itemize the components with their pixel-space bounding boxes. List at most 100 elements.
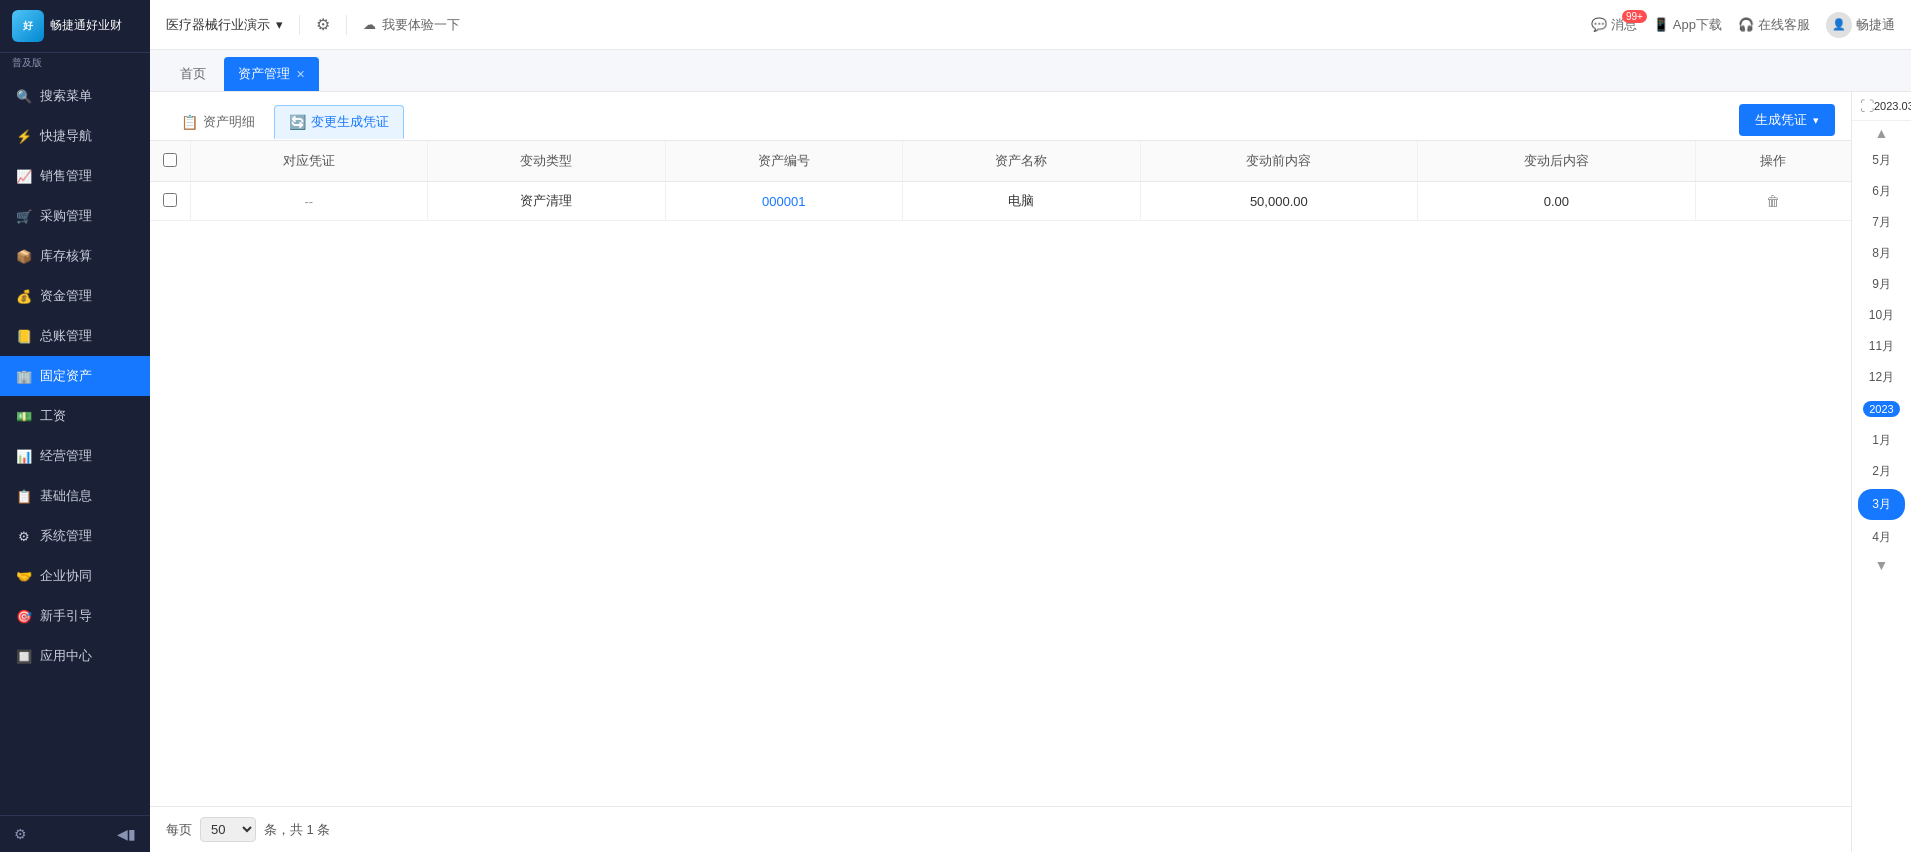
month-8[interactable]: 8月 (1852, 238, 1911, 269)
sidebar-item-funds[interactable]: 💰 资金管理 (0, 276, 150, 316)
app-logo-text: 畅捷通好业财 (50, 18, 122, 34)
sidebar-item-enterprise[interactable]: 🤝 企业协同 (0, 556, 150, 596)
total-text: 条，共 1 条 (264, 821, 330, 839)
col-change-type: 变动类型 (428, 141, 666, 182)
month-12[interactable]: 12月 (1852, 362, 1911, 393)
table-wrapper: 对应凭证 变动类型 资产编号 资产名称 变动前内容 变动后内容 操作 (150, 141, 1851, 806)
row-checkbox-cell[interactable] (150, 182, 190, 221)
sidebar-item-label-enterprise: 企业协同 (40, 567, 92, 585)
content-area: 📋 资产明细 🔄 变更生成凭证 生成凭证 ▾ (150, 92, 1911, 852)
generate-voucher-button[interactable]: 生成凭证 ▾ (1739, 104, 1835, 136)
row-before-content: 50,000.00 (1140, 182, 1418, 221)
experience-text: 我要体验一下 (382, 16, 460, 34)
settings-icon[interactable]: ⚙ (14, 826, 27, 842)
tab-home[interactable]: 首页 (166, 57, 220, 91)
month-10[interactable]: 10月 (1852, 300, 1911, 331)
sidebar-item-label-basic-info: 基础信息 (40, 487, 92, 505)
company-selector[interactable]: 医疗器械行业演示 ▾ (166, 16, 283, 34)
online-service-icon: 🎧 (1738, 17, 1754, 32)
sidebar-item-system[interactable]: ⚙ 系统管理 (0, 516, 150, 556)
sidebar-item-sales[interactable]: 📈 销售管理 (0, 156, 150, 196)
month-5[interactable]: 5月 (1852, 145, 1911, 176)
topbar-settings-icon[interactable]: ⚙ (316, 15, 330, 34)
app-center-icon: 🔲 (16, 648, 32, 664)
sidebar-item-operations[interactable]: 📊 经营管理 (0, 436, 150, 476)
subtab-change-voucher[interactable]: 🔄 变更生成凭证 (274, 105, 404, 139)
sidebar-item-salary[interactable]: 💵 工资 (0, 396, 150, 436)
company-dropdown-icon: ▾ (276, 17, 283, 32)
change-voucher-icon: 🔄 (289, 114, 306, 130)
app-download-icon: 📱 (1653, 17, 1669, 32)
year-label: 2023 (1863, 401, 1899, 417)
sidebar-logo: 好 畅捷通好业财 (0, 0, 150, 53)
basic-info-icon: 📋 (16, 488, 32, 504)
asset-detail-icon: 📋 (181, 114, 198, 130)
online-service-button[interactable]: 🎧 在线客服 (1738, 16, 1810, 34)
select-all-checkbox[interactable] (163, 153, 177, 167)
collapse-icon[interactable]: ◀▮ (117, 826, 136, 842)
sidebar-item-label-operations: 经营管理 (40, 447, 92, 465)
sidebar-item-ledger[interactable]: 📒 总账管理 (0, 316, 150, 356)
sidebar-item-search[interactable]: 🔍 搜索菜单 (0, 76, 150, 116)
search-icon: 🔍 (16, 88, 32, 104)
online-service-label: 在线客服 (1758, 16, 1810, 34)
app-download-button[interactable]: 📱 App下载 (1653, 16, 1722, 34)
month-2[interactable]: 2月 (1852, 456, 1911, 487)
month-9[interactable]: 9月 (1852, 269, 1911, 300)
sidebar-bottom: ⚙ ◀▮ (0, 815, 150, 852)
month-7[interactable]: 7月 (1852, 207, 1911, 238)
right-sidebar-year: 2023.03 (1874, 100, 1911, 112)
sidebar-item-guide[interactable]: 🎯 新手引导 (0, 596, 150, 636)
enterprise-icon: 🤝 (16, 568, 32, 584)
company-name: 医疗器械行业演示 (166, 16, 270, 34)
sidebar-item-quick-nav[interactable]: ⚡ 快捷导航 (0, 116, 150, 156)
sidebar-down-arrow[interactable]: ▼ (1852, 553, 1911, 577)
operations-icon: 📊 (16, 448, 32, 464)
month-11[interactable]: 11月 (1852, 331, 1911, 362)
sidebar-item-label-ledger: 总账管理 (40, 327, 92, 345)
main-area: 医疗器械行业演示 ▾ ⚙ ☁ 我要体验一下 💬 消息 99+ 📱 App下载 🎧… (150, 0, 1911, 852)
experience-button[interactable]: ☁ 我要体验一下 (363, 16, 460, 34)
sidebar-up-arrow[interactable]: ▲ (1852, 121, 1911, 145)
system-icon: ⚙ (16, 528, 32, 544)
month-4[interactable]: 4月 (1852, 522, 1911, 553)
ledger-icon: 📒 (16, 328, 32, 344)
sidebar-item-app-center[interactable]: 🔲 应用中心 (0, 636, 150, 676)
user-menu[interactable]: 👤 畅捷通 (1826, 12, 1895, 38)
row-change-type: 资产清理 (428, 182, 666, 221)
delete-row-icon[interactable]: 🗑 (1766, 193, 1780, 209)
sidebar-item-label-salary: 工资 (40, 407, 66, 425)
month-1[interactable]: 1月 (1852, 425, 1911, 456)
col-asset-code: 资产编号 (665, 141, 903, 182)
sidebar-item-label-search: 搜索菜单 (40, 87, 92, 105)
sidebar-item-fixed-assets[interactable]: 🏢 固定资产 (0, 356, 150, 396)
row-after-content: 0.00 (1418, 182, 1696, 221)
sidebar-item-label-system: 系统管理 (40, 527, 92, 545)
generate-btn-dropdown-icon: ▾ (1813, 114, 1819, 127)
month-6[interactable]: 6月 (1852, 176, 1911, 207)
tab-close-icon[interactable]: ✕ (296, 68, 305, 81)
topbar-right: 💬 消息 99+ 📱 App下载 🎧 在线客服 👤 畅捷通 (1591, 12, 1895, 38)
per-page-select[interactable]: 50 10 20 100 (200, 817, 256, 842)
subtab-bar: 📋 资产明细 🔄 变更生成凭证 生成凭证 ▾ (150, 92, 1851, 141)
col-checkbox (150, 141, 190, 182)
right-sidebar-expand-icon[interactable]: ⛶ (1860, 98, 1874, 114)
col-before-content: 变动前内容 (1140, 141, 1418, 182)
tab-asset-mgmt[interactable]: 资产管理 ✕ (224, 57, 319, 91)
topbar: 医疗器械行业演示 ▾ ⚙ ☁ 我要体验一下 💬 消息 99+ 📱 App下载 🎧… (150, 0, 1911, 50)
salary-icon: 💵 (16, 408, 32, 424)
pagination: 每页 50 10 20 100 条，共 1 条 (150, 806, 1851, 852)
row-asset-code[interactable]: 000001 (665, 182, 903, 221)
message-button[interactable]: 💬 消息 99+ (1591, 16, 1637, 34)
row-checkbox[interactable] (163, 193, 177, 207)
subtab-asset-detail[interactable]: 📋 资产明细 (166, 105, 270, 139)
sales-icon: 📈 (16, 168, 32, 184)
sidebar-edition: 普及版 (0, 53, 150, 76)
topbar-divider (299, 15, 300, 35)
sidebar-item-label-guide: 新手引导 (40, 607, 92, 625)
col-operation: 操作 (1695, 141, 1851, 182)
month-3-active[interactable]: 3月 (1858, 489, 1905, 520)
sidebar-item-purchase[interactable]: 🛒 采购管理 (0, 196, 150, 236)
sidebar-item-basic-info[interactable]: 📋 基础信息 (0, 476, 150, 516)
sidebar-item-inventory[interactable]: 📦 库存核算 (0, 236, 150, 276)
